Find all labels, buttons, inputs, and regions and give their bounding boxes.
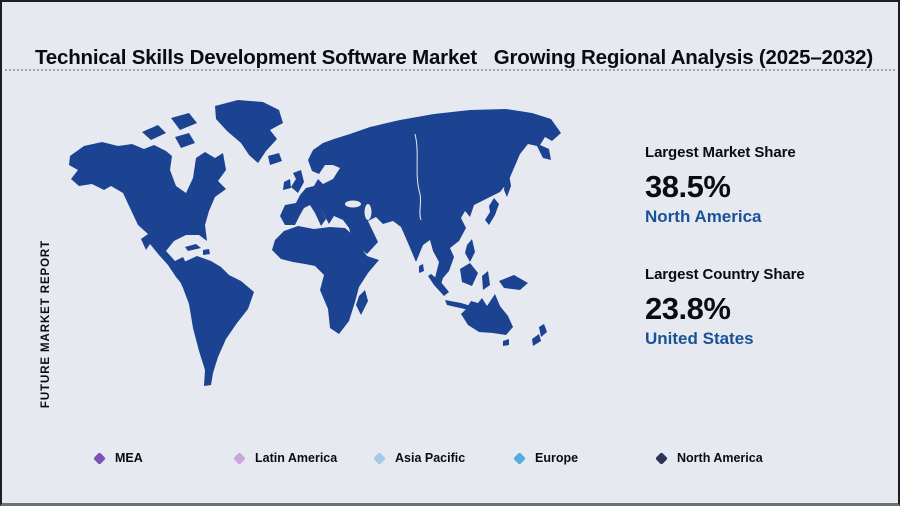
legend-item-latin-america: Latin America: [233, 449, 338, 467]
stat-label: Largest Market Share: [645, 144, 796, 161]
legend-marker-icon: [655, 451, 668, 465]
page-title: Technical Skills Development Software Ma…: [35, 46, 477, 69]
dotted-separator: [5, 69, 895, 71]
legend-item-asia-pacific: Asia Pacific: [373, 449, 466, 467]
legend-label: MEA: [115, 451, 143, 465]
map-british-isles: [283, 170, 304, 193]
map-tasmania: [503, 339, 509, 346]
map-arctic-islands: [142, 113, 197, 148]
page-subtitle: Growing Regional Analysis (2025–2032): [493, 46, 873, 69]
stat-market-share: Largest Market Share 38.5% North America: [645, 144, 895, 227]
map-sri-lanka: [419, 264, 424, 273]
stat-country-share: Largest Country Share 23.8% United State…: [645, 266, 895, 349]
legend-label: North America: [677, 451, 763, 465]
stat-region: North America: [645, 207, 762, 226]
world-map-landmass: [69, 100, 561, 386]
map-japan: [485, 198, 499, 225]
black-sea: [345, 200, 361, 208]
infographic-frame: Technical Skills Development Software Ma…: [0, 0, 900, 506]
legend: MEA Latin America Asia Pacific Europe No…: [2, 449, 898, 469]
legend-label: Europe: [535, 451, 579, 465]
map-borneo: [460, 263, 478, 286]
stat-value: 23.8%: [645, 291, 731, 326]
world-map-svg: [69, 100, 561, 386]
legend-item-europe: Europe: [513, 449, 579, 467]
map-new-zealand: [532, 324, 547, 346]
legend-marker-icon: [93, 451, 106, 465]
legend-item-north-america: North America: [655, 449, 763, 467]
map-iceland: [268, 153, 282, 165]
legend-marker-icon: [233, 451, 246, 465]
map-sulawesi: [482, 271, 490, 290]
legend-label: Asia Pacific: [395, 451, 466, 465]
legend-marker-icon: [373, 451, 386, 465]
stat-value: 38.5%: [645, 169, 731, 204]
map-caribbean: [185, 244, 210, 255]
map-madagascar: [356, 290, 368, 315]
map-greenland: [215, 100, 283, 163]
map-new-guinea: [499, 275, 528, 290]
map-south-america: [177, 256, 254, 386]
legend-item-mea: MEA: [93, 449, 143, 467]
world-map: [62, 94, 622, 424]
stat-region: United States: [645, 329, 754, 348]
legend-marker-icon: [513, 451, 526, 465]
stat-label: Largest Country Share: [645, 266, 805, 283]
legend-label: Latin America: [255, 451, 338, 465]
caspian-sea: [364, 204, 372, 220]
brand-watermark: FUTURE MARKET REPORT: [40, 239, 52, 409]
map-philippines: [465, 239, 475, 262]
map-australia: [461, 294, 513, 335]
